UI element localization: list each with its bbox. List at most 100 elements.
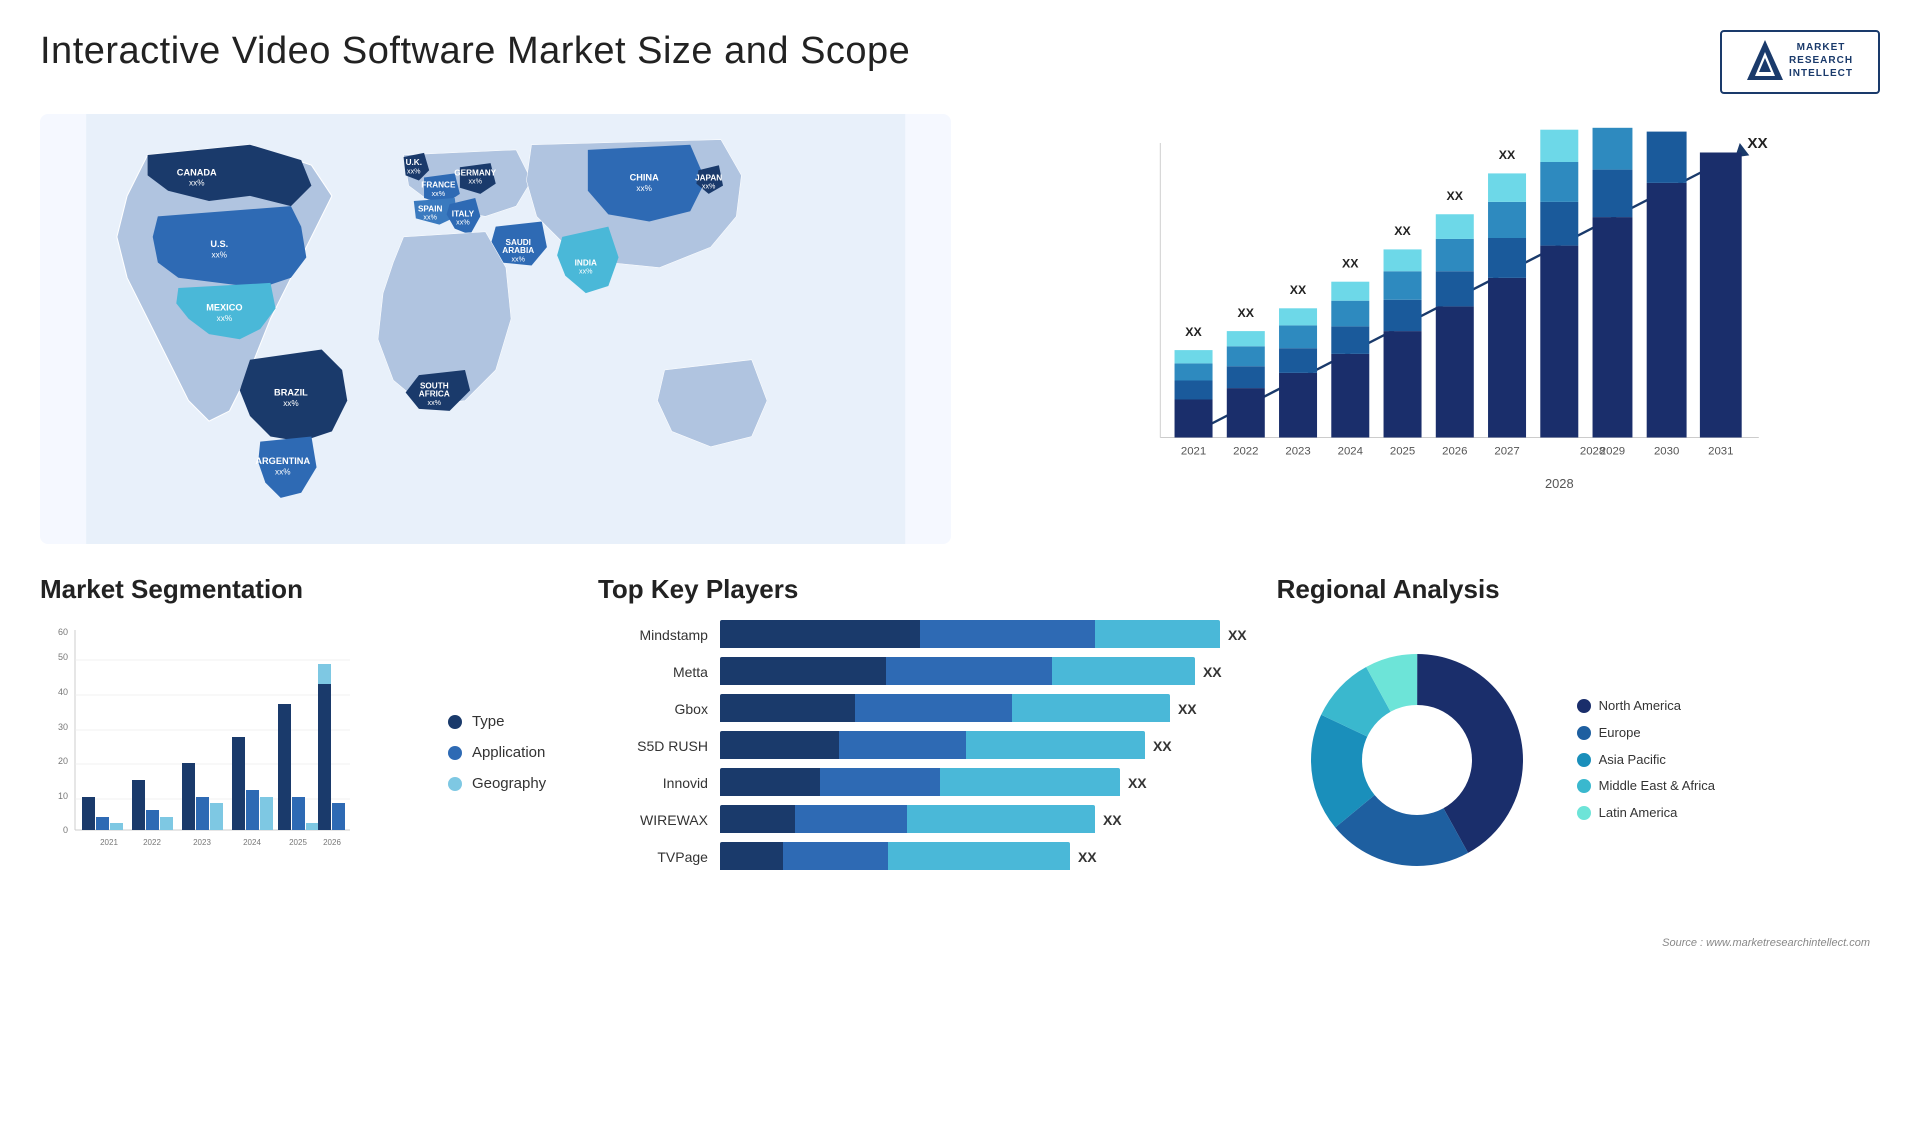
svg-text:2030: 2030 [1654, 446, 1679, 458]
segmentation-title: Market Segmentation [40, 574, 568, 605]
player-name: Mindstamp [598, 627, 708, 643]
svg-text:xx%: xx% [212, 250, 227, 259]
player-xx-label: XX [1178, 701, 1197, 717]
bar-segment [888, 842, 1070, 870]
player-name: Metta [598, 664, 708, 680]
regional-legend-item: Latin America [1577, 805, 1715, 822]
player-bar-wrap: XX [720, 694, 1247, 724]
bar-segment [920, 620, 1095, 648]
regional-label: Asia Pacific [1599, 752, 1666, 769]
svg-text:xx%: xx% [428, 399, 442, 407]
legend-label-application: Application [472, 744, 545, 761]
svg-text:2031: 2031 [1709, 446, 1734, 458]
svg-text:U.K.: U.K. [406, 158, 422, 167]
svg-text:XX: XX [1748, 135, 1768, 152]
bar-segment [720, 805, 795, 833]
svg-text:2026: 2026 [323, 838, 341, 847]
legend-dot-type [448, 715, 462, 729]
bar-segment [720, 620, 920, 648]
svg-text:xx%: xx% [432, 190, 446, 198]
source-text: Source : www.marketresearchintellect.com [1662, 937, 1870, 949]
legend-label-geography: Geography [472, 775, 546, 792]
player-bar-inner [720, 620, 1220, 650]
world-map: CANADA xx% U.S. xx% MEXICO xx% BRAZIL xx… [40, 114, 951, 544]
regional-title: Regional Analysis [1277, 574, 1880, 605]
bar-chart: XX XX 2021 XX 2022 [981, 114, 1880, 544]
player-name: WIREWAX [598, 812, 708, 828]
regional-label: Europe [1599, 725, 1641, 742]
player-bar-wrap: XX [720, 805, 1247, 835]
player-bar-wrap: XX [720, 731, 1247, 761]
legend-geography: Geography [448, 775, 568, 792]
donut-svg [1277, 620, 1557, 900]
svg-text:xx%: xx% [423, 213, 437, 221]
svg-text:2029: 2029 [1600, 446, 1625, 458]
svg-text:JAPAN: JAPAN [695, 174, 722, 183]
svg-text:xx%: xx% [275, 467, 290, 476]
svg-text:xx%: xx% [579, 268, 593, 276]
svg-text:ITALY: ITALY [452, 209, 475, 218]
player-name: Gbox [598, 701, 708, 717]
player-bar-inner [720, 768, 1120, 798]
svg-text:2024: 2024 [1338, 446, 1363, 458]
svg-text:BRAZIL: BRAZIL [274, 388, 308, 398]
logo-text-line1: MARKET [1789, 41, 1853, 54]
page-title: Interactive Video Software Market Size a… [40, 30, 910, 73]
bar-segment [886, 657, 1052, 685]
svg-text:xx%: xx% [217, 314, 232, 323]
player-row: S5D RUSH XX [598, 731, 1247, 761]
svg-text:30: 30 [58, 722, 68, 732]
svg-text:2021: 2021 [100, 838, 118, 847]
logo-text-line3: INTELLECT [1789, 67, 1853, 80]
svg-text:INDIA: INDIA [575, 259, 597, 268]
regional-label: Latin America [1599, 805, 1678, 822]
player-bar-inner [720, 657, 1195, 687]
regional-label: North America [1599, 698, 1681, 715]
logo-text-line2: RESEARCH [1789, 54, 1853, 67]
svg-text:XX: XX [1290, 283, 1307, 297]
svg-text:2023: 2023 [1286, 446, 1311, 458]
player-xx-label: XX [1203, 664, 1222, 680]
svg-text:xx%: xx% [511, 255, 525, 263]
player-row: WIREWAX XX [598, 805, 1247, 835]
player-bar-inner [720, 731, 1145, 761]
player-row: MindstampXX [598, 620, 1247, 650]
bar-segment [1095, 620, 1220, 648]
svg-text:xx%: xx% [468, 178, 482, 186]
player-row: InnovidXX [598, 768, 1247, 798]
svg-text:U.S.: U.S. [210, 239, 228, 249]
svg-text:2025: 2025 [1390, 446, 1415, 458]
map-svg: CANADA xx% U.S. xx% MEXICO xx% BRAZIL xx… [40, 114, 951, 544]
page-container: Interactive Video Software Market Size a… [0, 0, 1920, 1146]
svg-text:GERMANY: GERMANY [454, 168, 496, 177]
svg-text:AFRICA: AFRICA [419, 390, 450, 399]
bar-segment [839, 731, 967, 759]
regional-section: Regional Analysis [1277, 574, 1880, 954]
player-xx-label: XX [1078, 849, 1097, 865]
bar-segment [966, 731, 1145, 759]
svg-text:xx%: xx% [636, 184, 651, 193]
player-xx-label: XX [1153, 738, 1172, 754]
svg-text:XX: XX [1447, 189, 1464, 203]
bar-chart-svg: XX XX 2021 XX 2022 [1031, 124, 1860, 504]
svg-text:CHINA: CHINA [630, 173, 659, 183]
svg-text:2023: 2023 [193, 838, 211, 847]
svg-text:40: 40 [58, 687, 68, 697]
svg-text:xx%: xx% [702, 183, 716, 191]
bar-segment [720, 657, 886, 685]
svg-text:2021: 2021 [1181, 446, 1206, 458]
regional-legend-item: Asia Pacific [1577, 752, 1715, 769]
segmentation-svg-wrap: 0 10 20 30 40 50 60 [40, 620, 428, 885]
svg-text:50: 50 [58, 652, 68, 662]
regional-dot [1577, 753, 1591, 767]
players-list: MindstampXXMettaXXGboxXXS5D RUSHXXInnovi… [598, 620, 1247, 872]
svg-text:SPAIN: SPAIN [418, 204, 443, 213]
player-row: Gbox XX [598, 694, 1247, 724]
svg-text:2022: 2022 [143, 838, 161, 847]
regional-legend-item: North America [1577, 698, 1715, 715]
player-name: S5D RUSH [598, 738, 708, 754]
legend-application: Application [448, 744, 568, 761]
bar-segment [1012, 694, 1170, 722]
key-players-title: Top Key Players [598, 574, 1247, 605]
legend-label-type: Type [472, 713, 505, 730]
